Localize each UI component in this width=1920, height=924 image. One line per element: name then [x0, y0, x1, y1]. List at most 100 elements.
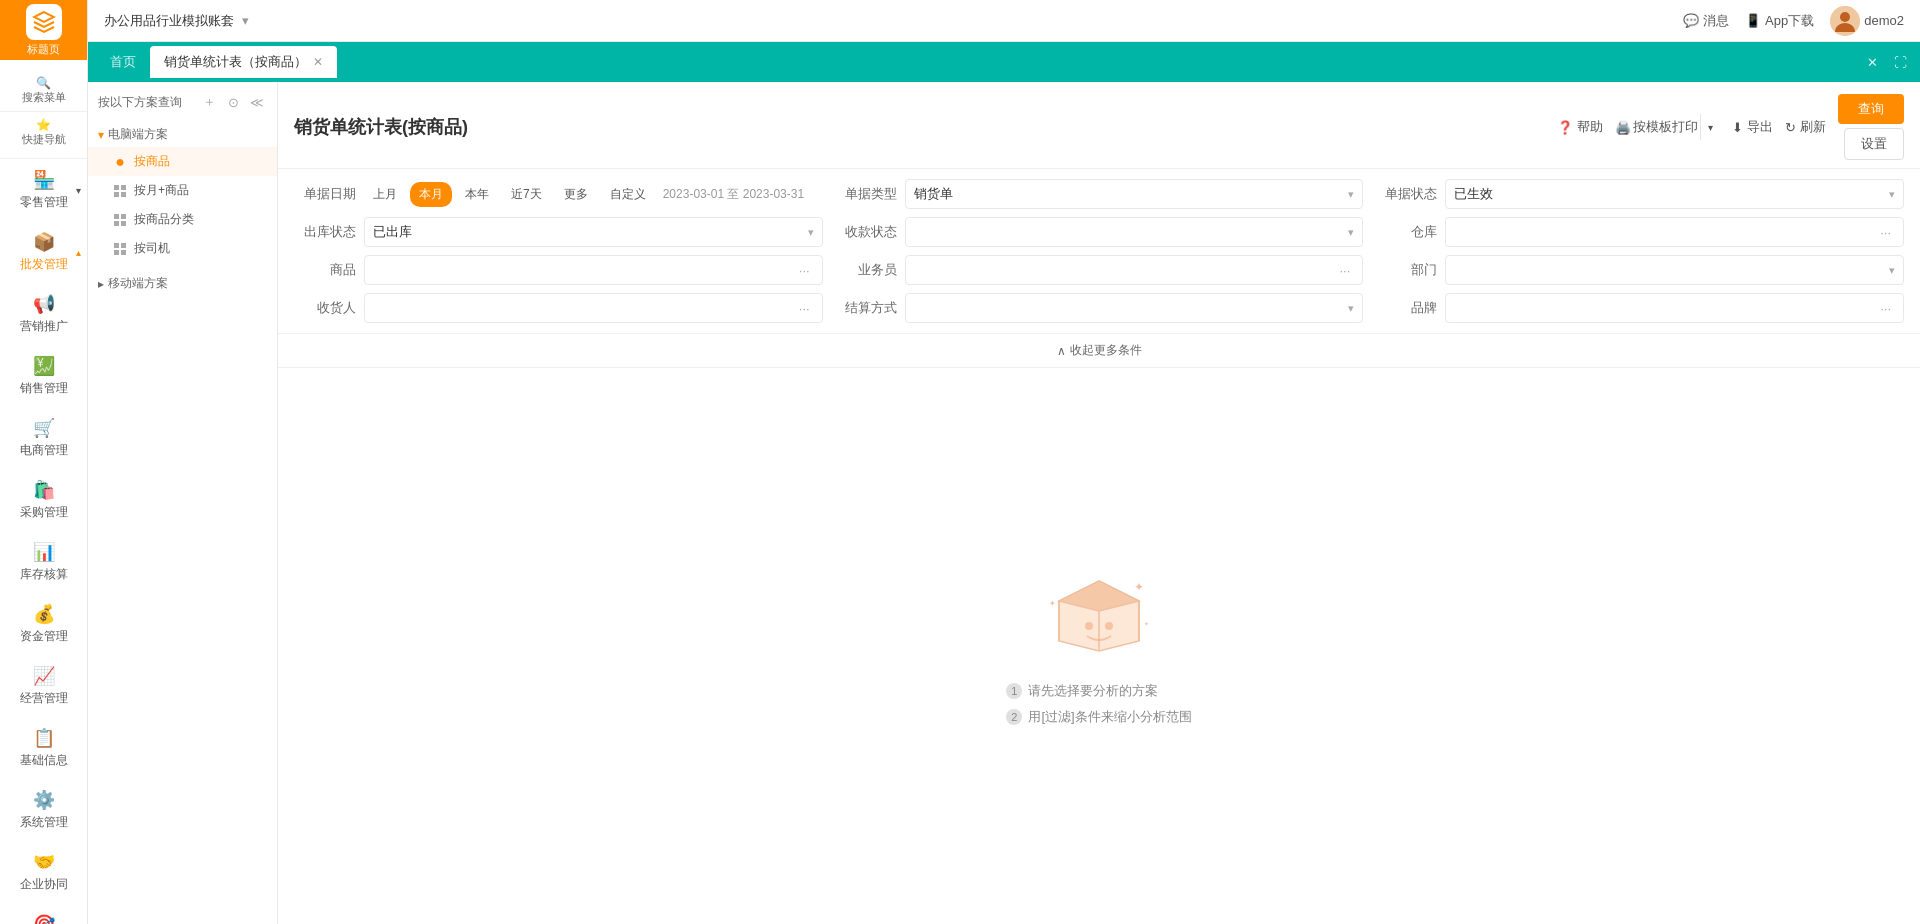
sidebar-item-operation[interactable]: 📈 经营管理 — [0, 655, 87, 717]
user-menu[interactable]: demo2 — [1830, 6, 1904, 36]
collapse-bar[interactable]: ∧ 收起更多条件 — [278, 334, 1920, 368]
out-status-input[interactable]: 已出库 ▾ — [364, 217, 823, 247]
sidebar-item-marketing[interactable]: 📢 营销推广 — [0, 283, 87, 345]
salesman-input[interactable]: ··· — [905, 255, 1364, 285]
tab-expand-button[interactable]: ⛶ — [1888, 50, 1912, 74]
date-btn-current-month[interactable]: 本月 — [410, 182, 452, 207]
tab-minimize-button[interactable]: ✕ — [1860, 50, 1884, 74]
export-icon: ⬇ — [1732, 120, 1743, 135]
filter-row-3: 商品 ··· 业务员 ··· 部门 — [294, 255, 1904, 285]
quick-nav-item[interactable]: ⭐ 快捷导航 — [0, 111, 87, 153]
refresh-button[interactable]: ↻ 刷新 — [1785, 118, 1826, 136]
sidebar-item-inventory[interactable]: 📊 库存核算 — [0, 531, 87, 593]
warehouse-dots[interactable]: ··· — [1876, 225, 1895, 240]
scheme-item-by-month-goods[interactable]: 按月+商品 — [88, 176, 277, 205]
warehouse-input[interactable]: ··· — [1445, 217, 1904, 247]
message-icon: 💬 — [1683, 13, 1699, 28]
sidebar-item-sales[interactable]: 💹 销售管理 — [0, 345, 87, 407]
ecommerce-label: 电商管理 — [20, 442, 68, 459]
svg-point-20 — [1105, 622, 1113, 630]
svg-rect-9 — [121, 221, 126, 226]
sidebar-item-basic[interactable]: 📋 基础信息 — [0, 717, 87, 779]
sidebar-item-retail[interactable]: 🏪 零售管理 ▾ — [0, 159, 87, 221]
expand-icon: ⛶ — [1894, 55, 1907, 70]
dept-input[interactable]: ▾ — [1445, 255, 1904, 285]
settings-button[interactable]: 设置 — [1844, 128, 1904, 160]
sidebar-item-system[interactable]: ⚙️ 系统管理 — [0, 779, 87, 841]
scheme-item-by-cashier[interactable]: 按司机 — [88, 234, 277, 263]
sidebar-item-newbie[interactable]: 🎯 新手引导 — [0, 903, 87, 924]
tab-sales-stat[interactable]: 销货单统计表（按商品） ✕ — [150, 46, 337, 78]
doc-status-value: 已生效 — [1454, 185, 1493, 203]
svg-rect-13 — [121, 250, 126, 255]
goods-input[interactable]: ··· — [364, 255, 823, 285]
receipt-status-input[interactable]: ▾ — [905, 217, 1364, 247]
export-button[interactable]: ⬇ 导出 — [1732, 118, 1773, 136]
date-btn-prev-month[interactable]: 上月 — [364, 182, 406, 207]
date-btn-more[interactable]: 更多 — [555, 182, 597, 207]
doc-type-label: 单据类型 — [835, 185, 905, 203]
by-goods-cat-label: 按商品分类 — [134, 211, 194, 228]
logo-icon — [26, 4, 62, 40]
filter-cell-payment: 结算方式 ▾ — [835, 293, 1364, 323]
basic-label: 基础信息 — [20, 752, 68, 769]
search-icon: 🔍 — [36, 76, 51, 90]
receipt-status-label: 收款状态 — [835, 223, 905, 241]
doc-status-input[interactable]: 已生效 ▾ — [1445, 179, 1904, 209]
salesman-dots[interactable]: ··· — [1335, 263, 1354, 278]
payment-input[interactable]: ▾ — [905, 293, 1364, 323]
app-download-button[interactable]: 📱 App下载 — [1745, 12, 1814, 30]
date-btn-custom[interactable]: 自定义 — [601, 182, 655, 207]
search-menu-item[interactable]: 🔍 搜索菜单 — [0, 70, 87, 111]
print-button[interactable]: 🖨️ 按模板打印 ▾ — [1615, 114, 1720, 140]
date-btn-7days[interactable]: 近7天 — [502, 182, 551, 207]
doc-status-arrow: ▾ — [1889, 188, 1895, 201]
mobile-scheme-toggle[interactable]: ▸ 移动端方案 — [88, 271, 277, 296]
tab-close-icon[interactable]: ✕ — [313, 55, 323, 69]
page-header-actions: ❓ 帮助 🖨️ 按模板打印 ▾ ⬇ 导出 ↻ 刷新 — [1557, 94, 1904, 160]
svg-text:✦: ✦ — [1134, 580, 1144, 594]
brand-input[interactable]: ··· — [1445, 293, 1904, 323]
sidebar-item-wholesale[interactable]: 📦 批发管理 ▴ — [0, 221, 87, 283]
retail-label: 零售管理 — [20, 194, 68, 211]
sidebar-item-purchase[interactable]: 🛍️ 采购管理 — [0, 469, 87, 531]
edit-scheme-button[interactable]: ⊙ — [223, 92, 243, 112]
print-dropdown-arrow[interactable]: ▾ — [1700, 114, 1720, 140]
sidebar-item-ecommerce[interactable]: 🛒 电商管理 — [0, 407, 87, 469]
left-panel-actions: ＋ ⊙ ≪ — [199, 92, 267, 112]
topbar: 办公用品行业模拟账套 ▾ 💬 消息 📱 App下载 demo2 — [88, 0, 1920, 42]
date-range-display: 2023-03-01 至 2023-03-31 — [663, 186, 804, 203]
left-panel-title: 按以下方案查询 — [98, 94, 182, 111]
desktop-scheme-label: 电脑端方案 — [108, 126, 168, 143]
content-area: 按以下方案查询 ＋ ⊙ ≪ ▾ 电脑端方案 ● 按商品 — [88, 82, 1920, 924]
sidebar-item-finance[interactable]: 💰 资金管理 — [0, 593, 87, 655]
dept-label: 部门 — [1375, 261, 1445, 279]
topbar-dropdown-icon[interactable]: ▾ — [242, 13, 249, 28]
date-btn-year[interactable]: 本年 — [456, 182, 498, 207]
desktop-scheme-toggle[interactable]: ▾ 电脑端方案 — [88, 122, 277, 147]
consignee-dots[interactable]: ··· — [795, 301, 814, 316]
svg-text:✦: ✦ — [1144, 621, 1149, 627]
doc-type-input[interactable]: 销货单 ▾ — [905, 179, 1364, 209]
collapse-up-icon: ∧ — [1057, 344, 1066, 358]
brand-dots[interactable]: ··· — [1876, 301, 1895, 316]
collapse-scheme-button[interactable]: ≪ — [247, 92, 267, 112]
doc-type-arrow: ▾ — [1348, 188, 1354, 201]
query-button[interactable]: 查询 — [1838, 94, 1904, 124]
retail-icon: 🏪 — [33, 169, 55, 191]
print-label: 按模板打印 — [1633, 118, 1698, 136]
receipt-status-arrow: ▾ — [1348, 226, 1354, 239]
consignee-label: 收货人 — [294, 299, 364, 317]
tab-home[interactable]: 首页 — [96, 46, 150, 78]
scheme-item-by-goods-cat[interactable]: 按商品分类 — [88, 205, 277, 234]
svg-point-19 — [1085, 622, 1093, 630]
add-scheme-button[interactable]: ＋ — [199, 92, 219, 112]
scheme-item-by-goods[interactable]: ● 按商品 — [88, 147, 277, 176]
consignee-input[interactable]: ··· — [364, 293, 823, 323]
sidebar-item-corp[interactable]: 🤝 企业协同 — [0, 841, 87, 903]
empty-state-icon: ✦ ✦ ✦ — [1039, 566, 1159, 666]
message-button[interactable]: 💬 消息 — [1683, 12, 1729, 30]
export-label: 导出 — [1747, 118, 1773, 136]
help-button[interactable]: ❓ 帮助 — [1557, 118, 1603, 136]
goods-dots[interactable]: ··· — [795, 263, 814, 278]
